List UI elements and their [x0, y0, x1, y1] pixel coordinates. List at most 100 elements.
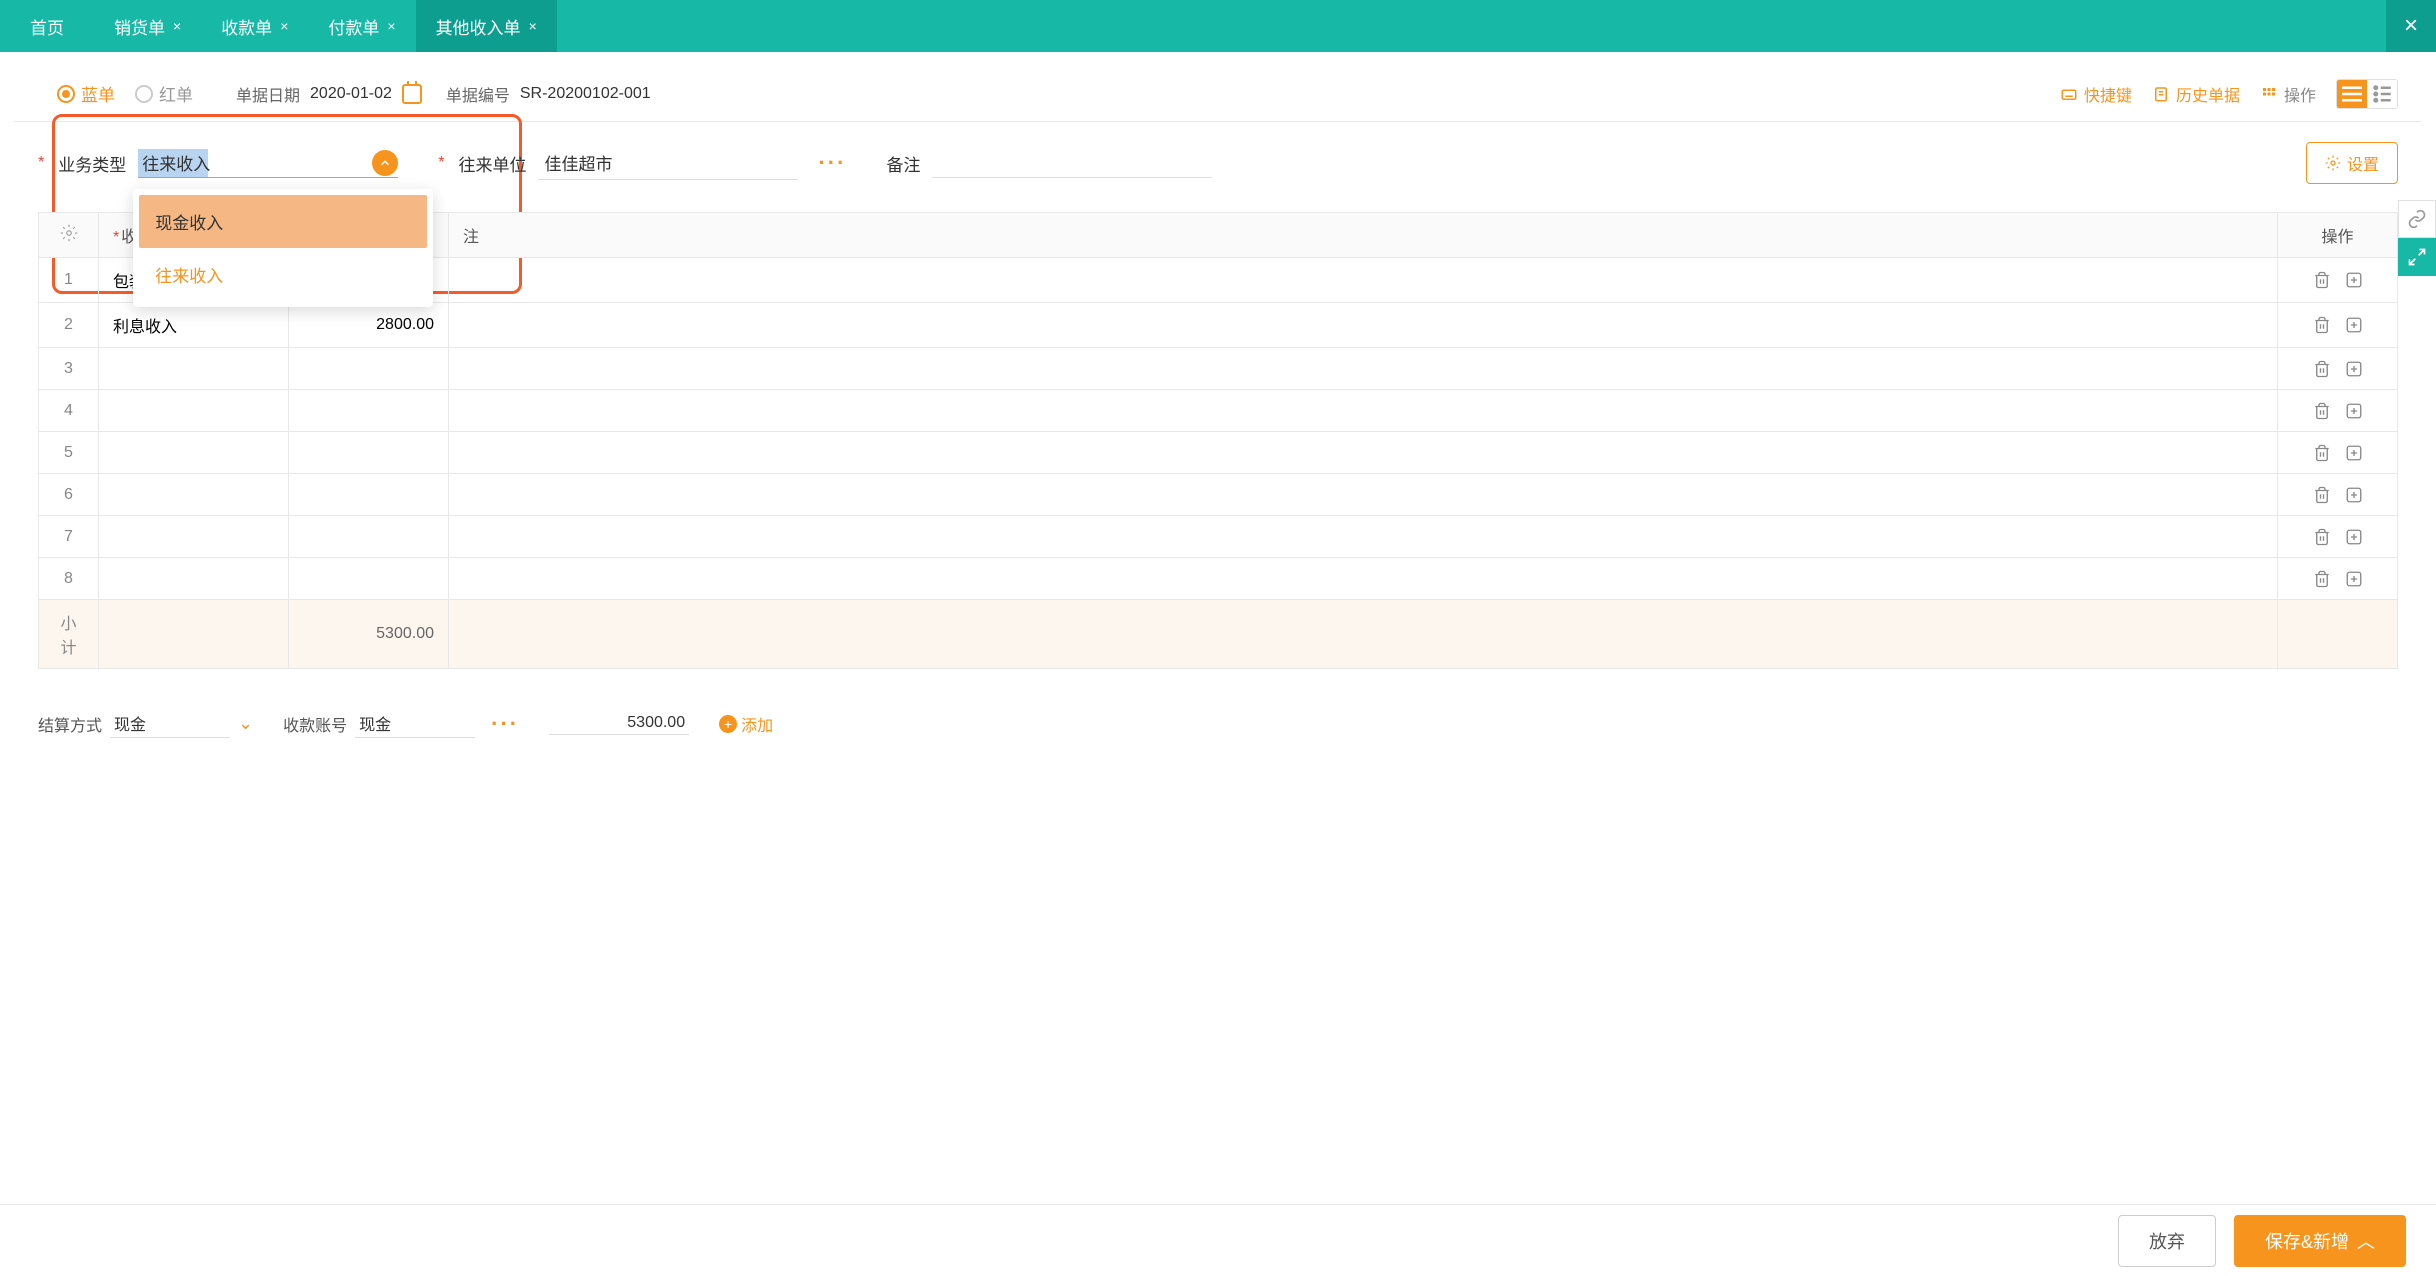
history-link[interactable]: 历史单据 — [2152, 82, 2240, 106]
pay-account-value[interactable]: 现金 — [355, 709, 475, 738]
doc-header: 蓝单 红单 单据日期 2020-01-02 单据编号 SR-20200102-0… — [14, 66, 2422, 122]
pay-method-value[interactable]: 现金 — [110, 709, 230, 738]
cell-amount[interactable] — [289, 474, 449, 516]
delete-icon[interactable] — [2313, 402, 2331, 420]
view-list-button[interactable] — [2337, 80, 2367, 108]
close-icon[interactable]: × — [173, 18, 181, 34]
cell-income[interactable] — [99, 390, 289, 432]
cell-income[interactable]: 利息收入 — [99, 303, 289, 348]
remarks-label: 备注 — [886, 151, 920, 176]
cell-amount[interactable] — [289, 558, 449, 600]
radio-blue[interactable]: 蓝单 — [57, 81, 115, 106]
party-lookup-button[interactable]: ··· — [818, 150, 846, 176]
cell-amount[interactable] — [289, 516, 449, 558]
shortcut-link[interactable]: 快捷键 — [2060, 82, 2132, 106]
footer-bar: 放弃 保存&新增︿ — [0, 1204, 2436, 1276]
pay-amount-value[interactable]: 5300.00 — [549, 712, 689, 735]
close-icon[interactable]: × — [280, 18, 288, 34]
cell-remark[interactable] — [449, 258, 2278, 303]
tab-receipt[interactable]: 收款单× — [201, 0, 308, 52]
gear-icon — [2325, 155, 2341, 171]
dropdown-option-cash[interactable]: 现金收入 — [139, 195, 427, 248]
col-gear-header[interactable] — [39, 213, 99, 258]
payment-row: 结算方式 现金 ⌄ 收款账号 现金 ··· 5300.00 + 添加 — [14, 669, 2422, 762]
cell-remark[interactable] — [449, 303, 2278, 348]
radio-red[interactable]: 红单 — [135, 81, 193, 106]
cell-amount[interactable] — [289, 390, 449, 432]
table-row[interactable]: 2 利息收入 2800.00 — [39, 303, 2398, 348]
delete-icon[interactable] — [2313, 486, 2331, 504]
cancel-button[interactable]: 放弃 — [2118, 1215, 2216, 1267]
table-row[interactable]: 8 — [39, 558, 2398, 600]
party-group: * 往来单位 佳佳超市 ··· — [438, 146, 846, 180]
calendar-icon[interactable] — [402, 84, 422, 104]
row-index: 5 — [39, 432, 99, 474]
cell-remark[interactable] — [449, 348, 2278, 390]
tab-home[interactable]: 首页 — [0, 0, 94, 52]
cell-income[interactable] — [99, 516, 289, 558]
history-icon — [2152, 85, 2170, 103]
cell-income[interactable] — [99, 558, 289, 600]
cell-remark[interactable] — [449, 558, 2278, 600]
cell-remark[interactable] — [449, 474, 2278, 516]
add-row-icon[interactable] — [2345, 444, 2363, 462]
biz-type-group: * 业务类型 现金收入 往来收入 — [38, 149, 398, 178]
table-row[interactable]: 3 — [39, 348, 2398, 390]
cell-remark[interactable] — [449, 516, 2278, 558]
cell-amount[interactable] — [289, 432, 449, 474]
add-row-icon[interactable] — [2345, 570, 2363, 588]
add-row-icon[interactable] — [2345, 271, 2363, 289]
chevron-down-icon[interactable]: ⌄ — [238, 713, 253, 734]
chevron-up-icon: ︿ — [2357, 1228, 2375, 1254]
grid-icon — [2260, 85, 2278, 103]
save-button[interactable]: 保存&新增︿ — [2234, 1215, 2406, 1267]
cell-remark[interactable] — [449, 390, 2278, 432]
biz-type-input[interactable] — [138, 149, 398, 178]
cell-amount[interactable]: 2800.00 — [289, 303, 449, 348]
add-row-icon[interactable] — [2345, 360, 2363, 378]
party-value[interactable]: 佳佳超市 — [538, 146, 798, 180]
tab-other-income[interactable]: 其他收入单× — [416, 0, 557, 52]
table-row[interactable]: 4 — [39, 390, 2398, 432]
tabs-bar-close-button[interactable]: × — [2386, 0, 2436, 52]
add-row-icon[interactable] — [2345, 316, 2363, 334]
row-index: 8 — [39, 558, 99, 600]
link-icon — [2407, 209, 2427, 229]
cell-income[interactable] — [99, 474, 289, 516]
row-index: 2 — [39, 303, 99, 348]
delete-icon[interactable] — [2313, 360, 2331, 378]
remarks-input[interactable] — [932, 149, 1212, 178]
add-row-icon[interactable] — [2345, 486, 2363, 504]
delete-icon[interactable] — [2313, 444, 2331, 462]
delete-icon[interactable] — [2313, 528, 2331, 546]
side-expand-button[interactable] — [2398, 238, 2436, 276]
add-payment-button[interactable]: + 添加 — [719, 712, 773, 736]
top-tabs-bar: 首页 销货单× 收款单× 付款单× 其他收入单× × — [0, 0, 2436, 52]
tab-payment[interactable]: 付款单× — [308, 0, 415, 52]
delete-icon[interactable] — [2313, 570, 2331, 588]
operations-link[interactable]: 操作 — [2260, 82, 2316, 106]
add-row-icon[interactable] — [2345, 528, 2363, 546]
dropdown-option-account[interactable]: 往来收入 — [139, 248, 427, 301]
table-row[interactable]: 5 — [39, 432, 2398, 474]
add-row-icon[interactable] — [2345, 402, 2363, 420]
gear-icon — [60, 224, 78, 242]
delete-icon[interactable] — [2313, 271, 2331, 289]
row-index: 1 — [39, 258, 99, 303]
account-lookup-button[interactable]: ··· — [491, 711, 519, 737]
tab-sales-order[interactable]: 销货单× — [94, 0, 201, 52]
cell-income[interactable] — [99, 432, 289, 474]
date-value[interactable]: 2020-01-02 — [310, 85, 392, 103]
detail-view-icon — [2367, 79, 2397, 109]
table-row[interactable]: 7 — [39, 516, 2398, 558]
cell-remark[interactable] — [449, 432, 2278, 474]
table-row[interactable]: 6 — [39, 474, 2398, 516]
settings-button[interactable]: 设置 — [2306, 142, 2398, 184]
close-icon[interactable]: × — [387, 18, 395, 34]
close-icon[interactable]: × — [529, 18, 537, 34]
delete-icon[interactable] — [2313, 316, 2331, 334]
cell-amount[interactable] — [289, 348, 449, 390]
cell-income[interactable] — [99, 348, 289, 390]
view-grid-button[interactable] — [2367, 80, 2397, 108]
side-link-button[interactable] — [2398, 200, 2436, 238]
